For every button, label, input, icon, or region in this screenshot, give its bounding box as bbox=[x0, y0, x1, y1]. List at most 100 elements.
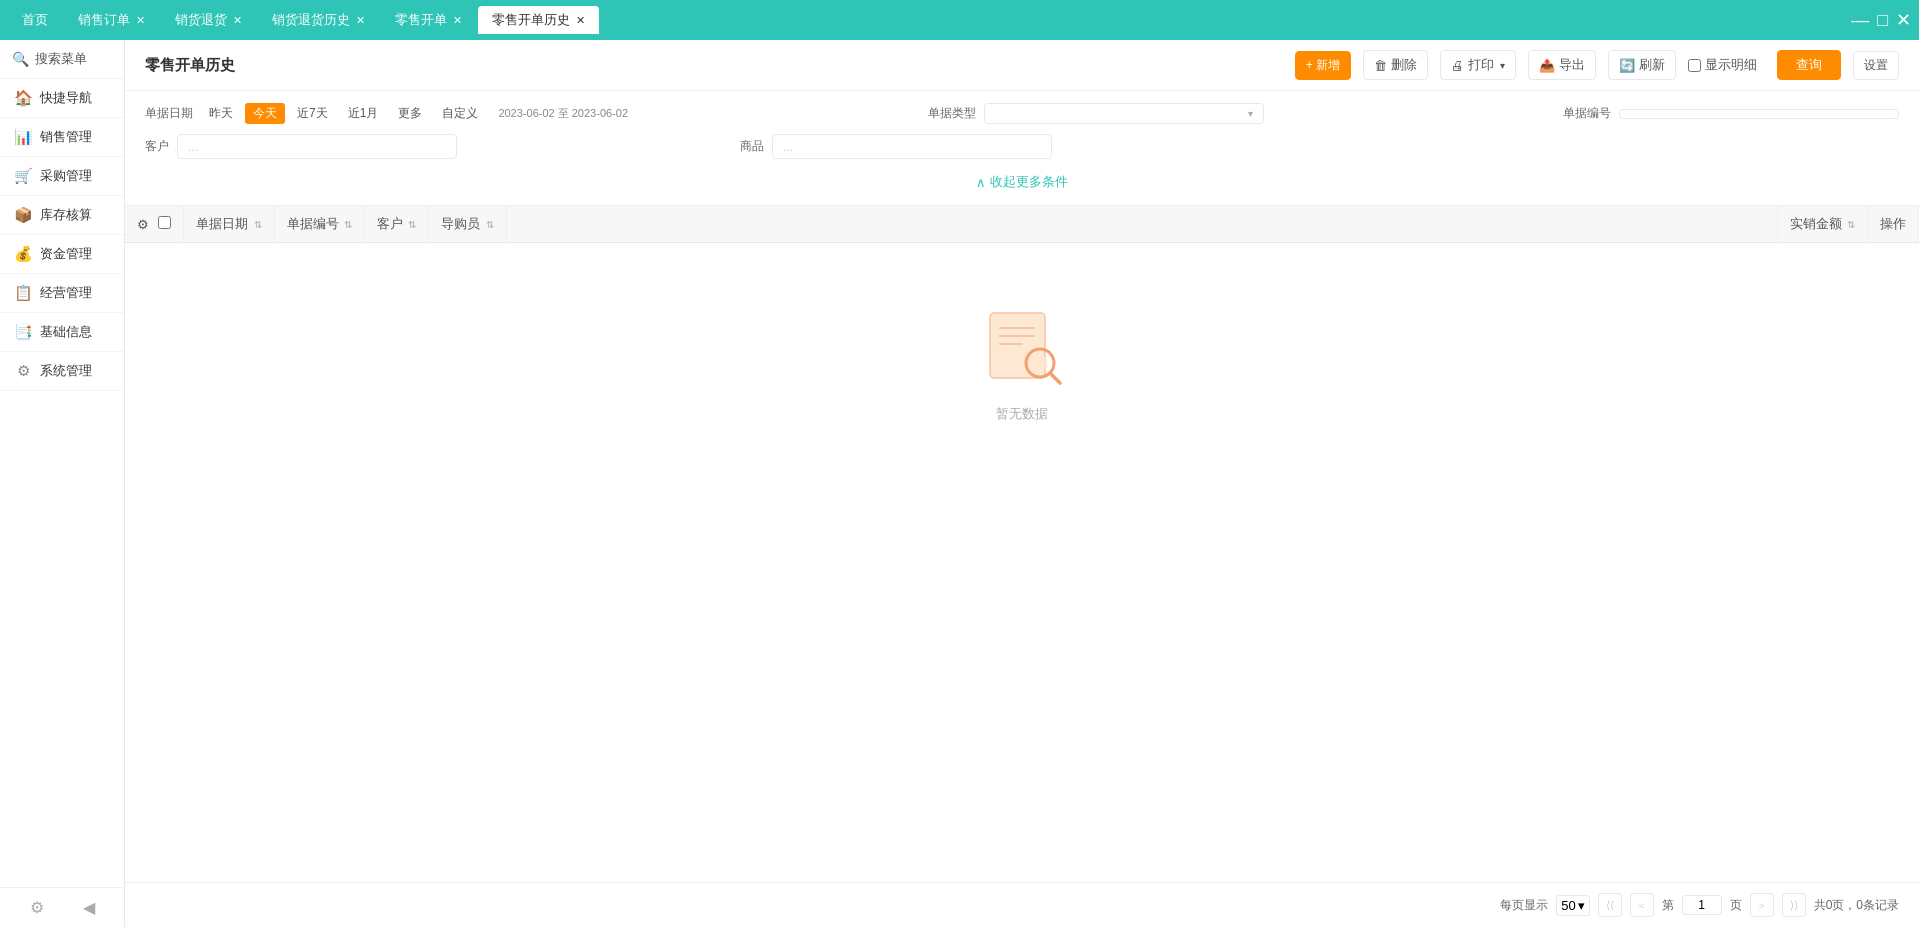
tab-sales-return-label: 销货退货 bbox=[175, 11, 227, 29]
delete-label: 删除 bbox=[1391, 56, 1417, 74]
tab-retail-open[interactable]: 零售开单 ✕ bbox=[381, 6, 476, 34]
date-btn-yesterday[interactable]: 昨天 bbox=[201, 103, 241, 124]
per-page-arrow: ▾ bbox=[1578, 898, 1585, 913]
tab-retail-open-history-label: 零售开单历史 bbox=[492, 11, 570, 29]
table-settings-icon[interactable]: ⚙ bbox=[137, 217, 149, 232]
last-page-btn[interactable]: ⟩⟩ bbox=[1782, 893, 1806, 917]
tab-sales-return-close[interactable]: ✕ bbox=[233, 14, 242, 27]
per-page-select[interactable]: 50 ▾ bbox=[1556, 895, 1589, 916]
sidebar-item-sales-mgmt[interactable]: 📊 销售管理 bbox=[0, 118, 124, 157]
col-amount-sort[interactable]: ⇅ bbox=[1847, 219, 1855, 230]
svg-point-6 bbox=[1032, 355, 1048, 371]
col-doc-date: 单据日期 ⇅ bbox=[184, 206, 274, 243]
svg-line-5 bbox=[1050, 373, 1060, 383]
close-btn[interactable]: ✕ bbox=[1896, 9, 1911, 31]
empty-text: 暂无数据 bbox=[996, 405, 1048, 423]
sidebar-collapse-icon[interactable]: ◀ bbox=[83, 898, 95, 917]
tab-sales-order-label: 销售订单 bbox=[78, 11, 130, 29]
doc-type-dropdown[interactable]: ▾ bbox=[984, 103, 1264, 124]
sidebar-item-operations[interactable]: 📋 经营管理 bbox=[0, 274, 124, 313]
col-salesperson-sort[interactable]: ⇅ bbox=[486, 219, 494, 230]
date-btn-7days[interactable]: 近7天 bbox=[289, 103, 336, 124]
sidebar-item-sys-mgmt[interactable]: ⚙ 系统管理 bbox=[0, 352, 124, 391]
tab-sales-return-history-label: 销货退货历史 bbox=[272, 11, 350, 29]
customer-label: 客户 bbox=[145, 138, 169, 155]
col-salesperson-label: 导购员 bbox=[441, 216, 480, 231]
maximize-btn[interactable]: □ bbox=[1877, 10, 1888, 31]
date-btn-more[interactable]: 更多 bbox=[390, 103, 430, 124]
sidebar-settings-icon[interactable]: ⚙ bbox=[30, 898, 44, 917]
col-spacer bbox=[506, 206, 1777, 243]
col-amount-label: 实销金额 bbox=[1790, 216, 1842, 231]
sidebar-search[interactable]: 🔍 搜索菜单 bbox=[0, 40, 124, 79]
col-customer-label: 客户 bbox=[377, 216, 403, 231]
display-detail-checkbox-wrap[interactable]: 显示明细 bbox=[1688, 56, 1757, 74]
tab-retail-open-close[interactable]: ✕ bbox=[453, 14, 462, 27]
sidebar-item-finance[interactable]: 💰 资金管理 bbox=[0, 235, 124, 274]
refresh-icon: 🔄 bbox=[1619, 58, 1635, 73]
query-button[interactable]: 查询 bbox=[1777, 50, 1841, 80]
sidebar-item-finance-label: 资金管理 bbox=[40, 245, 92, 263]
refresh-button[interactable]: 🔄 刷新 bbox=[1608, 50, 1676, 80]
date-btn-1month[interactable]: 近1月 bbox=[340, 103, 387, 124]
tab-retail-open-label: 零售开单 bbox=[395, 11, 447, 29]
page-input[interactable] bbox=[1682, 895, 1722, 915]
tab-retail-open-history[interactable]: 零售开单历史 ✕ bbox=[478, 6, 599, 34]
date-btn-custom[interactable]: 自定义 bbox=[434, 103, 486, 124]
col-doc-no: 单据编号 ⇅ bbox=[274, 206, 364, 243]
print-button[interactable]: 🖨 打印 bbox=[1440, 50, 1516, 80]
tab-sales-return-history-close[interactable]: ✕ bbox=[356, 14, 365, 27]
collapse-up-icon: ∧ bbox=[976, 175, 986, 190]
sidebar-item-base-info-label: 基础信息 bbox=[40, 323, 92, 341]
doc-no-label: 单据编号 bbox=[1563, 105, 1611, 122]
base-info-icon: 📑 bbox=[14, 323, 32, 341]
page-title: 零售开单历史 bbox=[145, 56, 235, 75]
total-info: 共0页，0条记录 bbox=[1814, 897, 1899, 914]
print-icon: 🖨 bbox=[1451, 58, 1464, 73]
sidebar-item-inventory-label: 库存核算 bbox=[40, 206, 92, 224]
filter-row-2: 客户 ... 商品 ... bbox=[145, 134, 1899, 159]
tab-sales-order[interactable]: 销售订单 ✕ bbox=[64, 6, 159, 34]
sidebar-item-sys-mgmt-label: 系统管理 bbox=[40, 362, 92, 380]
print-label: 打印 bbox=[1468, 56, 1494, 74]
sidebar-item-quick-nav[interactable]: 🏠 快捷导航 bbox=[0, 79, 124, 118]
tab-sales-order-close[interactable]: ✕ bbox=[136, 14, 145, 27]
tab-retail-open-history-close[interactable]: ✕ bbox=[576, 14, 585, 27]
col-customer-sort[interactable]: ⇅ bbox=[408, 219, 416, 230]
col-salesperson: 导购员 ⇅ bbox=[429, 206, 506, 243]
tab-sales-return-history[interactable]: 销货退货历史 ✕ bbox=[258, 6, 379, 34]
prev-page-btn[interactable]: ＜ bbox=[1630, 893, 1654, 917]
export-button[interactable]: 📤 导出 bbox=[1528, 50, 1596, 80]
next-page-btn[interactable]: ＞ bbox=[1750, 893, 1774, 917]
collapse-label: 收起更多条件 bbox=[990, 173, 1068, 191]
table-area: ⚙ 单据日期 ⇅ 单据编号 ⇅ bbox=[125, 206, 1919, 927]
finance-icon: 💰 bbox=[14, 245, 32, 263]
tab-home[interactable]: 首页 bbox=[8, 6, 62, 34]
col-action: 操作 bbox=[1868, 206, 1919, 243]
col-doc-date-label: 单据日期 bbox=[196, 216, 248, 231]
tab-sales-return[interactable]: 销货退货 ✕ bbox=[161, 6, 256, 34]
customer-input[interactable]: ... bbox=[177, 134, 457, 159]
date-btn-today[interactable]: 今天 bbox=[245, 103, 285, 124]
sidebar-item-purchase-mgmt[interactable]: 🛒 采购管理 bbox=[0, 157, 124, 196]
sidebar-item-inventory[interactable]: 📦 库存核算 bbox=[0, 196, 124, 235]
add-button[interactable]: + 新增 bbox=[1295, 51, 1351, 80]
first-page-btn[interactable]: ⟨⟨ bbox=[1598, 893, 1622, 917]
sidebar-item-base-info[interactable]: 📑 基础信息 bbox=[0, 313, 124, 352]
settings-button[interactable]: 设置 bbox=[1853, 51, 1899, 80]
select-all-checkbox[interactable] bbox=[158, 216, 171, 229]
goods-input[interactable]: ... bbox=[772, 134, 1052, 159]
delete-button[interactable]: 🗑 删除 bbox=[1363, 50, 1428, 80]
delete-icon: 🗑 bbox=[1374, 58, 1387, 73]
collapse-btn[interactable]: ∧ 收起更多条件 bbox=[145, 169, 1899, 199]
display-detail-label: 显示明细 bbox=[1705, 56, 1757, 74]
sidebar-item-purchase-mgmt-label: 采购管理 bbox=[40, 167, 92, 185]
toolbar: + 新增 🗑 删除 🖨 打印 📤 导出 🔄 刷新 bbox=[1295, 50, 1899, 80]
display-detail-checkbox[interactable] bbox=[1688, 59, 1701, 72]
sales-mgmt-icon: 📊 bbox=[14, 128, 32, 146]
minimize-btn[interactable]: — bbox=[1851, 10, 1869, 31]
col-doc-date-sort[interactable]: ⇅ bbox=[254, 219, 262, 230]
tab-home-label: 首页 bbox=[22, 11, 48, 29]
doc-no-input[interactable] bbox=[1619, 109, 1899, 119]
col-doc-no-sort[interactable]: ⇅ bbox=[344, 219, 352, 230]
